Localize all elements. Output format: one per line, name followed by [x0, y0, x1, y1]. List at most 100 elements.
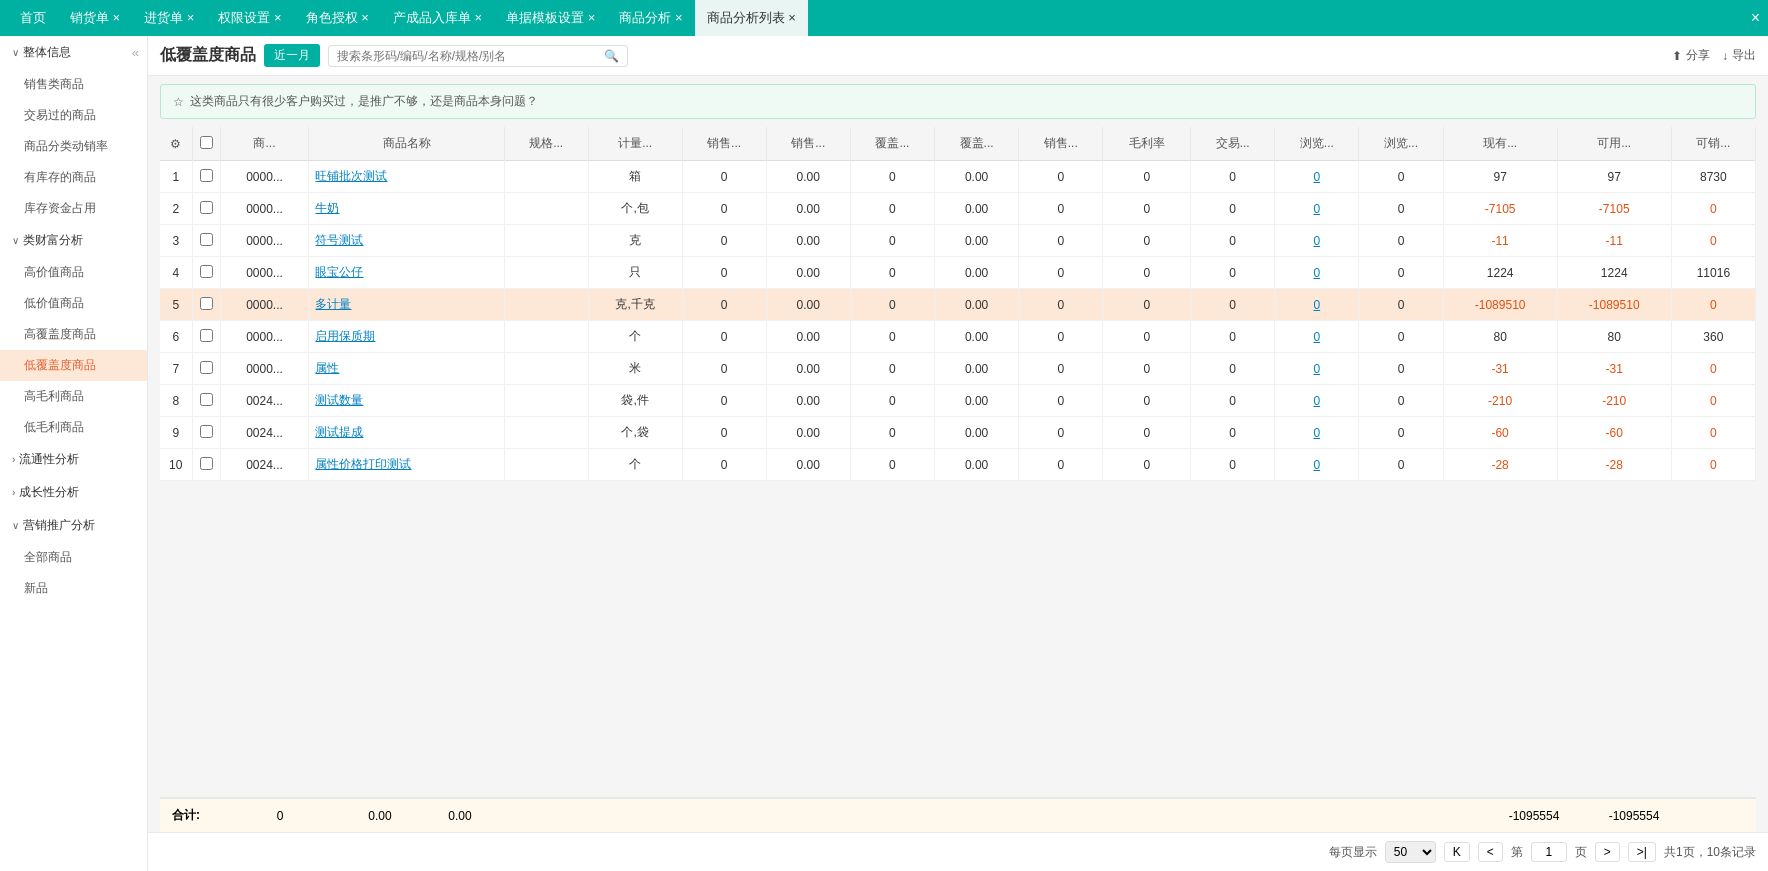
- row-browse1[interactable]: 0: [1275, 385, 1359, 417]
- row-checkbox[interactable]: [192, 161, 220, 193]
- row-browse1[interactable]: 0: [1275, 353, 1359, 385]
- col-browse2[interactable]: 浏览...: [1359, 127, 1443, 161]
- row-checkbox[interactable]: [192, 257, 220, 289]
- next-page-button[interactable]: >: [1595, 842, 1620, 862]
- sidebar-item-high-coverage[interactable]: 高覆盖度商品: [0, 319, 147, 350]
- sidebar-item-traded-goods[interactable]: 交易过的商品: [0, 100, 147, 131]
- row-checkbox[interactable]: [192, 193, 220, 225]
- col-current[interactable]: 现有...: [1443, 127, 1557, 161]
- row-name[interactable]: 属性价格打印测试: [309, 449, 504, 481]
- row-browse1[interactable]: 0: [1275, 161, 1359, 193]
- sidebar-item-stock-capital[interactable]: 库存资金占用: [0, 193, 147, 224]
- row-browse1[interactable]: 0: [1275, 225, 1359, 257]
- row-name[interactable]: 多计量: [309, 289, 504, 321]
- close-icon[interactable]: ×: [1751, 9, 1760, 27]
- sidebar-item-high-margin[interactable]: 高毛利商品: [0, 381, 147, 412]
- sidebar-item-low-value[interactable]: 低价值商品: [0, 288, 147, 319]
- row-cover1: 0: [850, 225, 934, 257]
- export-button[interactable]: ↓ 导出: [1722, 47, 1756, 64]
- table-wrapper[interactable]: ⚙ 商... 商品名称 规格... 计量... 销售... 销售... 覆盖..…: [160, 127, 1756, 797]
- col-spec[interactable]: 规格...: [504, 127, 588, 161]
- sidebar-section-wealth[interactable]: ∨ 类财富分析: [0, 224, 147, 257]
- sidebar-item-low-margin[interactable]: 低毛利商品: [0, 412, 147, 443]
- sidebar-section-growth[interactable]: › 成长性分析: [0, 476, 147, 509]
- nav-item-analysis-list[interactable]: 商品分析列表 ×: [695, 0, 808, 36]
- sidebar-item-new-goods[interactable]: 新品: [0, 573, 147, 604]
- col-sales2[interactable]: 销售...: [766, 127, 850, 161]
- first-page-button[interactable]: K: [1444, 842, 1470, 862]
- share-button[interactable]: ⬆ 分享: [1672, 47, 1710, 64]
- col-browse1[interactable]: 浏览...: [1275, 127, 1359, 161]
- col-cover1[interactable]: 覆盖...: [850, 127, 934, 161]
- row-browse1[interactable]: 0: [1275, 257, 1359, 289]
- row-name[interactable]: 符号测试: [309, 225, 504, 257]
- row-unit: 个,包: [588, 193, 682, 225]
- row-checkbox[interactable]: [192, 449, 220, 481]
- row-checkbox[interactable]: [192, 321, 220, 353]
- row-checkbox[interactable]: [192, 385, 220, 417]
- table-row: 2 0000... 牛奶 个,包 0 0.00 0 0.00 0 0 0 0 0…: [160, 193, 1756, 225]
- row-name[interactable]: 眼宝公仔: [309, 257, 504, 289]
- row-name[interactable]: 启用保质期: [309, 321, 504, 353]
- row-cover1: 0: [850, 353, 934, 385]
- row-name[interactable]: 属性: [309, 353, 504, 385]
- nav-item-home[interactable]: 首页: [8, 0, 58, 36]
- col-unit[interactable]: 计量...: [588, 127, 682, 161]
- sidebar-item-high-value[interactable]: 高价值商品: [0, 257, 147, 288]
- sidebar-section-marketing[interactable]: ∨ 营销推广分析: [0, 509, 147, 542]
- col-sales3[interactable]: 销售...: [1019, 127, 1103, 161]
- sidebar-collapse-btn[interactable]: «: [132, 45, 147, 60]
- col-trade[interactable]: 交易...: [1191, 127, 1275, 161]
- row-unit: 袋,件: [588, 385, 682, 417]
- date-filter-button[interactable]: 近一月: [264, 44, 320, 67]
- sidebar-section-overall[interactable]: ∨ 整体信息: [0, 36, 83, 69]
- main-layout: ∨ 整体信息 « 销售类商品 交易过的商品 商品分类动销率 有库存的商品 库存资…: [0, 36, 1768, 871]
- row-cover1: 0: [850, 289, 934, 321]
- row-trade: 0: [1191, 225, 1275, 257]
- col-available[interactable]: 可用...: [1557, 127, 1671, 161]
- row-checkbox[interactable]: [192, 225, 220, 257]
- nav-item-roles[interactable]: 角色授权 ×: [294, 0, 381, 36]
- row-browse1[interactable]: 0: [1275, 321, 1359, 353]
- nav-item-analysis[interactable]: 商品分析 ×: [607, 0, 694, 36]
- col-sales1[interactable]: 销售...: [682, 127, 766, 161]
- row-browse1[interactable]: 0: [1275, 289, 1359, 321]
- row-browse1[interactable]: 0: [1275, 417, 1359, 449]
- col-name[interactable]: 商品名称: [309, 127, 504, 161]
- last-page-button[interactable]: >|: [1628, 842, 1656, 862]
- search-input[interactable]: [337, 49, 604, 63]
- sidebar-item-category-rate[interactable]: 商品分类动销率: [0, 131, 147, 162]
- row-name[interactable]: 测试数量: [309, 385, 504, 417]
- sidebar-item-all-goods[interactable]: 全部商品: [0, 542, 147, 573]
- row-name[interactable]: 旺铺批次测试: [309, 161, 504, 193]
- row-checkbox[interactable]: [192, 417, 220, 449]
- row-name[interactable]: 牛奶: [309, 193, 504, 225]
- select-all-checkbox[interactable]: [200, 136, 213, 149]
- row-checkbox[interactable]: [192, 289, 220, 321]
- nav-item-products[interactable]: 产成品入库单 ×: [381, 0, 494, 36]
- nav-item-sales[interactable]: 销货单 ×: [58, 0, 132, 36]
- page-number-input[interactable]: [1531, 842, 1567, 862]
- col-gear[interactable]: ⚙: [160, 127, 192, 161]
- col-sellable[interactable]: 可销...: [1671, 127, 1755, 161]
- prev-page-button[interactable]: <: [1478, 842, 1503, 862]
- row-name[interactable]: 测试提成: [309, 417, 504, 449]
- sidebar-item-stocked-goods[interactable]: 有库存的商品: [0, 162, 147, 193]
- row-current: 97: [1443, 161, 1557, 193]
- nav-item-permissions[interactable]: 权限设置 ×: [206, 0, 293, 36]
- col-margin[interactable]: 毛利率: [1103, 127, 1191, 161]
- sidebar-section-liquidity[interactable]: › 流通性分析: [0, 443, 147, 476]
- nav-item-purchase[interactable]: 进货单 ×: [132, 0, 206, 36]
- table-row: 1 0000... 旺铺批次测试 箱 0 0.00 0 0.00 0 0 0 0…: [160, 161, 1756, 193]
- row-browse1[interactable]: 0: [1275, 193, 1359, 225]
- sidebar-item-low-coverage[interactable]: 低覆盖度商品: [0, 350, 147, 381]
- sidebar-item-sales-goods[interactable]: 销售类商品: [0, 69, 147, 100]
- per-page-select[interactable]: 50 100 200: [1385, 841, 1436, 863]
- col-code[interactable]: 商...: [220, 127, 309, 161]
- row-browse1[interactable]: 0: [1275, 449, 1359, 481]
- col-cover2[interactable]: 覆盖...: [935, 127, 1019, 161]
- nav-item-templates[interactable]: 单据模板设置 ×: [494, 0, 607, 36]
- row-sellable: 0: [1671, 193, 1755, 225]
- header-actions: ⬆ 分享 ↓ 导出: [1672, 47, 1756, 64]
- row-checkbox[interactable]: [192, 353, 220, 385]
